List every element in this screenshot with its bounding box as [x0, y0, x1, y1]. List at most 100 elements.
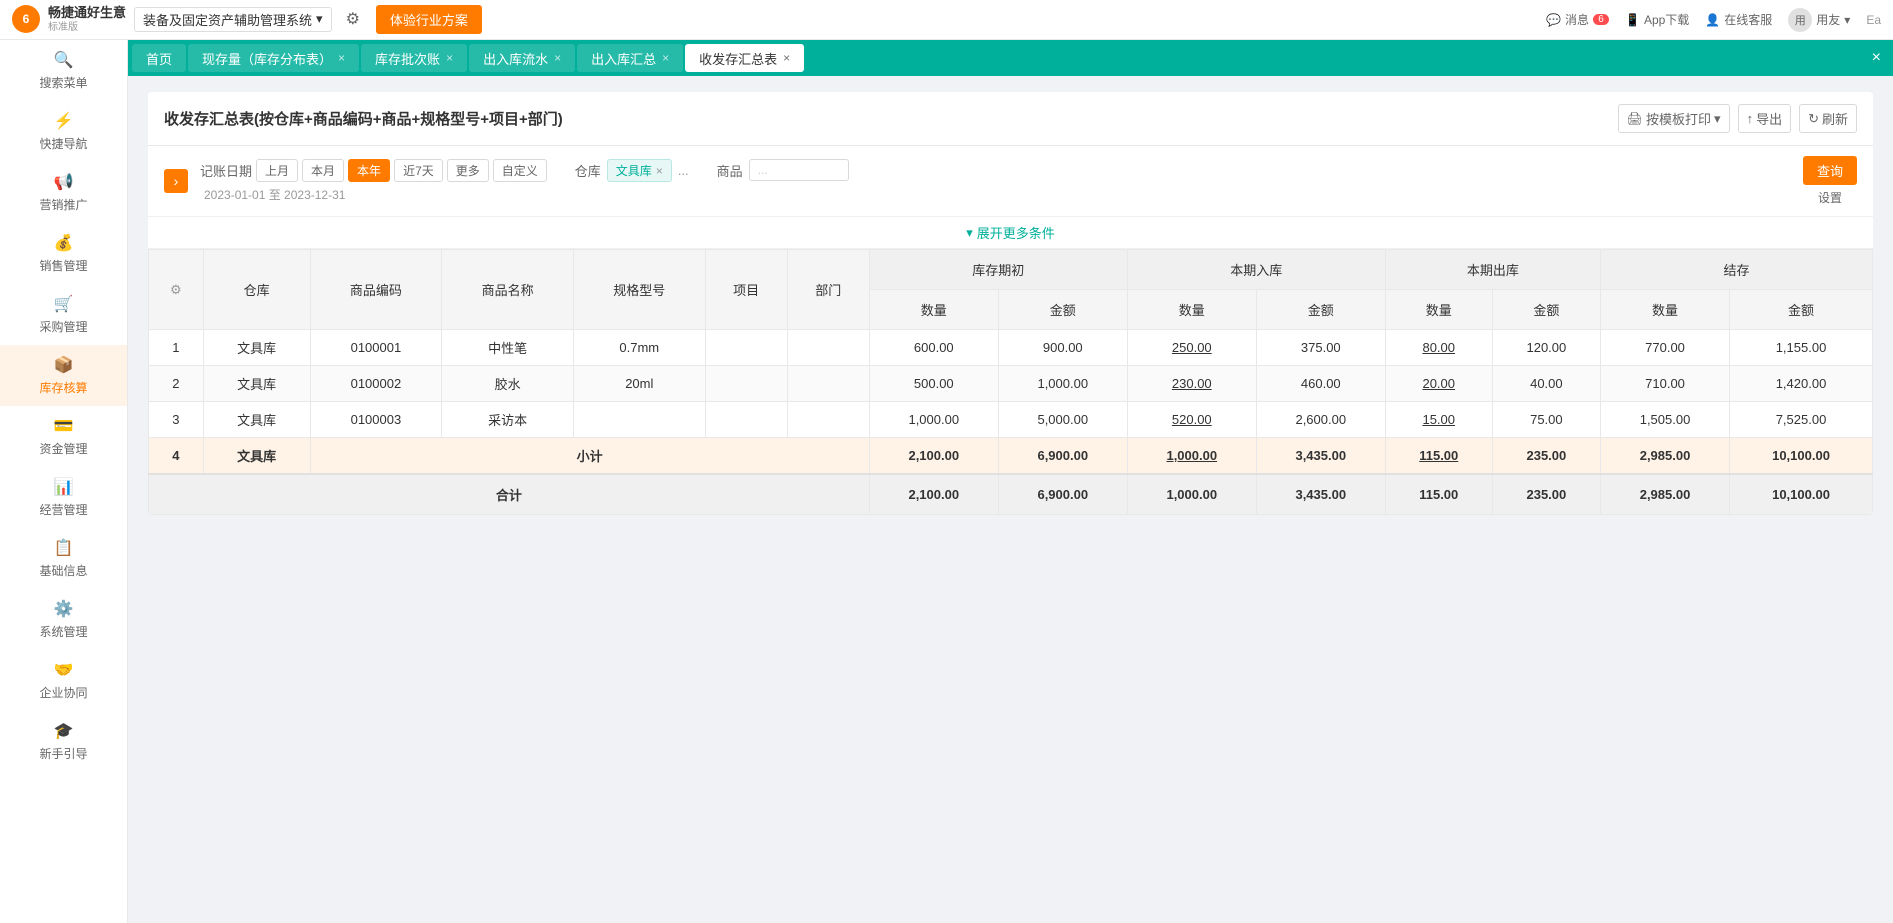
row-warehouse: 文具库: [203, 330, 310, 366]
row-closing-amt: 1,155.00: [1730, 330, 1873, 366]
settings-icon[interactable]: ⚙: [346, 9, 360, 29]
tab-bar: 首页 现存量（库存分布表） × 库存批次账 × 出入库流水 × 出入库汇总 ×: [128, 40, 1893, 76]
sidebar-item-purchase[interactable]: 🛒 采购管理: [0, 284, 127, 345]
tab-bar-close-button[interactable]: ×: [1864, 49, 1889, 67]
subtotal-closing-amt: 10,100.00: [1730, 438, 1873, 475]
tab-inventory-dist-close[interactable]: ×: [338, 51, 345, 65]
sidebar-item-search[interactable]: 🔍 搜索菜单: [0, 40, 127, 101]
sidebar-item-marketing[interactable]: 📢 营销推广: [0, 162, 127, 223]
row-closing-qty: 770.00: [1601, 330, 1730, 366]
sidebar-item-operations[interactable]: 📊 经营管理: [0, 467, 127, 528]
filter-expand-button[interactable]: ›: [164, 169, 188, 193]
print-button[interactable]: 🖨 按模板打印 ▾: [1618, 104, 1730, 133]
total-out-qty: 115.00: [1385, 474, 1492, 515]
sidebar-item-basic-label: 基础信息: [39, 562, 87, 579]
sidebar-item-system[interactable]: ⚙️ 系统管理: [0, 589, 127, 650]
basic-icon: 📋: [54, 538, 74, 558]
sidebar-item-finance[interactable]: 💳 资金管理: [0, 406, 127, 467]
date-last-month-btn[interactable]: 上月: [256, 159, 298, 182]
tab-home[interactable]: 首页: [132, 44, 186, 72]
row-goods-name: 胶水: [442, 366, 574, 402]
sidebar-item-finance-label: 资金管理: [39, 440, 87, 457]
system-selector[interactable]: 装备及固定资产辅助管理系统 ▾: [134, 7, 332, 32]
row-opening-amt: 1,000.00: [998, 366, 1127, 402]
row-in-qty: 250.00: [1127, 330, 1256, 366]
page-actions: 🖨 按模板打印 ▾ ↑ 导出 ↻ 刷新: [1618, 104, 1858, 133]
total-closing-qty: 2,985.00: [1601, 474, 1730, 515]
row-in-amt: 2,600.00: [1256, 402, 1385, 438]
tab-batch-ledger-close[interactable]: ×: [446, 51, 453, 65]
goods-filter-input[interactable]: ...: [749, 159, 849, 181]
row-warehouse: 文具库: [203, 402, 310, 438]
date-range-display: 2023-01-01 至 2023-12-31: [204, 186, 547, 203]
total-opening-amt: 6,900.00: [998, 474, 1127, 515]
filter-warehouse-section: 仓库 文具库 × ...: [575, 159, 689, 182]
sales-icon: 💰: [54, 233, 74, 253]
row-goods-spec: 0.7mm: [573, 330, 705, 366]
system-icon: ⚙️: [54, 599, 74, 619]
main-table: ⚙ 仓库 商品编码 商品名称 规格型号 项目 部门 库存期初 本期入库 本期出库: [148, 249, 1873, 515]
in-group-header: 本期入库: [1127, 250, 1385, 290]
tab-inout-flow[interactable]: 出入库流水 ×: [469, 44, 575, 72]
date-this-year-btn[interactable]: 本年: [348, 159, 390, 182]
subtotal-closing-qty: 2,985.00: [1601, 438, 1730, 475]
row-closing-amt: 7,525.00: [1730, 402, 1873, 438]
row-closing-amt: 1,420.00: [1730, 366, 1873, 402]
refresh-button[interactable]: ↻ 刷新: [1799, 104, 1857, 133]
warehouse-tag-close[interactable]: ×: [656, 164, 663, 178]
query-button[interactable]: 查询: [1803, 156, 1857, 185]
inventory-icon: 📦: [54, 355, 74, 375]
online-service-button[interactable]: 👤 在线客服: [1705, 11, 1772, 28]
row-project: [705, 366, 787, 402]
tab-inventory-dist[interactable]: 现存量（库存分布表） ×: [188, 44, 359, 72]
project-header: 项目: [705, 250, 787, 330]
warehouse-more-btn[interactable]: ...: [678, 163, 689, 178]
tab-inventory-dist-label: 现存量（库存分布表）: [202, 49, 332, 68]
table-settings-header[interactable]: ⚙: [149, 250, 204, 330]
selector-dropdown-icon: ▾: [316, 11, 323, 27]
sidebar-item-operations-label: 经营管理: [39, 501, 87, 518]
out-qty-header: 数量: [1385, 290, 1492, 330]
app-download-button[interactable]: 📱 App下载: [1625, 11, 1689, 28]
row-opening-qty: 500.00: [869, 366, 998, 402]
tab-inout-flow-close[interactable]: ×: [554, 51, 561, 65]
export-icon: ↑: [1747, 111, 1754, 126]
sidebar-item-sales[interactable]: 💰 销售管理: [0, 223, 127, 284]
sidebar: 🔍 搜索菜单 ⚡ 快捷导航 📢 营销推广 💰 销售管理 🛒 采购管理 📦: [0, 40, 128, 923]
trial-button[interactable]: 体验行业方案: [376, 5, 482, 34]
table-wrapper: ⚙ 仓库 商品编码 商品名称 规格型号 项目 部门 库存期初 本期入库 本期出库: [148, 249, 1873, 515]
date-7days-btn[interactable]: 近7天: [394, 159, 443, 182]
filter-main: 记账日期 上月 本月 本年 近7天 更多 自定义 2023-01-01 至 20…: [200, 159, 1791, 203]
sidebar-item-collab[interactable]: 🤝 企业协同: [0, 650, 127, 711]
user-button[interactable]: 用 用友 ▾: [1788, 8, 1850, 32]
sidebar-item-basic[interactable]: 📋 基础信息: [0, 528, 127, 589]
row-goods-spec: 20ml: [573, 366, 705, 402]
total-in-qty: 1,000.00: [1127, 474, 1256, 515]
out-amt-header: 金额: [1492, 290, 1600, 330]
tab-inout-summary[interactable]: 出入库汇总 ×: [577, 44, 683, 72]
row-goods-name: 采访本: [442, 402, 574, 438]
tab-batch-ledger[interactable]: 库存批次账 ×: [361, 44, 467, 72]
sidebar-item-marketing-label: 营销推广: [39, 196, 87, 213]
message-button[interactable]: 💬 消息 6: [1546, 11, 1609, 28]
export-button[interactable]: ↑ 导出: [1738, 104, 1792, 133]
expand-conditions-button[interactable]: ▾ 展开更多条件: [966, 223, 1055, 242]
row-no: 2: [149, 366, 204, 402]
sidebar-item-inventory[interactable]: 📦 库存核算: [0, 345, 127, 406]
tab-recv-send-summary-close[interactable]: ×: [783, 51, 790, 65]
row-closing-qty: 710.00: [1601, 366, 1730, 402]
tab-recv-send-summary[interactable]: 收发存汇总表 ×: [685, 44, 804, 72]
tab-inout-summary-close[interactable]: ×: [662, 51, 669, 65]
row-project: [705, 402, 787, 438]
sidebar-item-quick-nav[interactable]: ⚡ 快捷导航: [0, 101, 127, 162]
print-dropdown-icon: ▾: [1714, 111, 1721, 127]
date-this-month-btn[interactable]: 本月: [302, 159, 344, 182]
print-icon: 🖨: [1627, 111, 1644, 127]
date-custom-btn[interactable]: 自定义: [493, 159, 547, 182]
row-out-qty: 80.00: [1385, 330, 1492, 366]
row-goods-code: 0100002: [310, 366, 442, 402]
settings-btn[interactable]: 设置: [1803, 189, 1857, 206]
row-out-amt: 40.00: [1492, 366, 1600, 402]
date-more-btn[interactable]: 更多: [447, 159, 489, 182]
sidebar-item-guide[interactable]: 🎓 新手引导: [0, 711, 127, 772]
